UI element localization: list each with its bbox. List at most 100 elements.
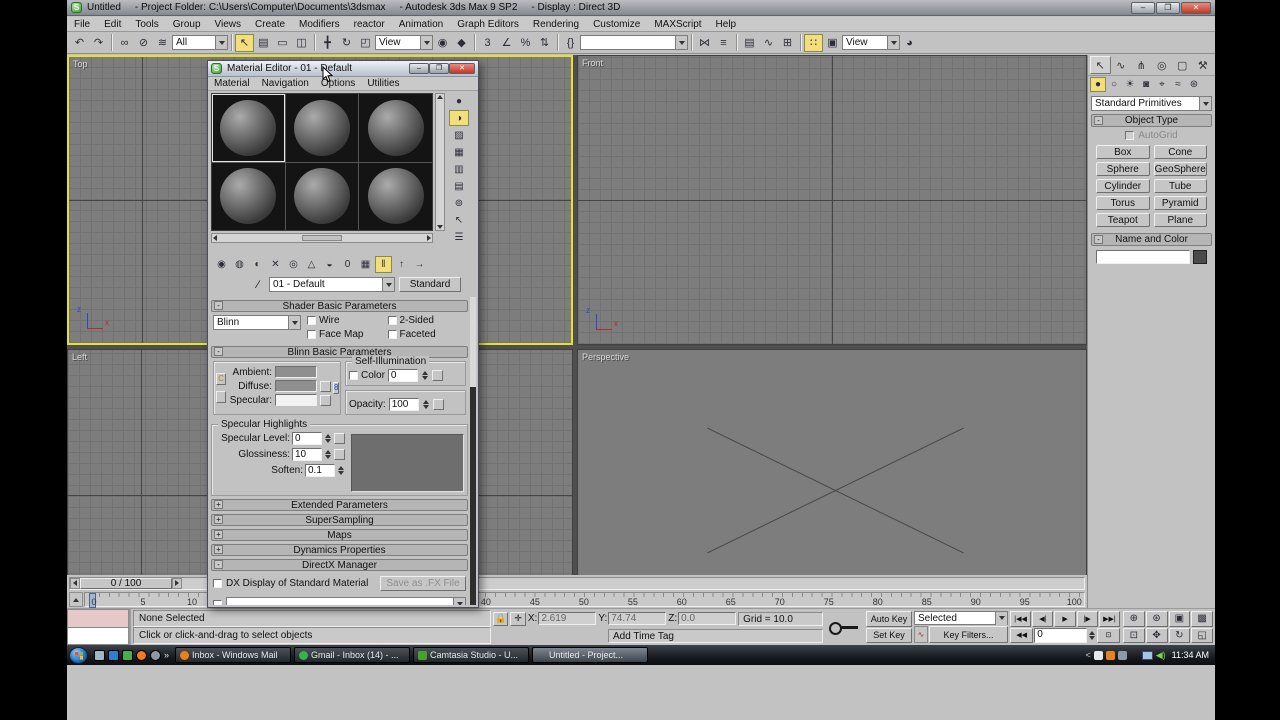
absolute-mode-icon[interactable]: ✛ [510,611,526,626]
layer-manager-icon[interactable]: ▤ [740,34,759,52]
dropdown-arrow-icon[interactable] [420,36,432,49]
min-max-toggle-icon[interactable]: ◱ [1191,627,1213,643]
faceted-checkbox[interactable] [387,330,397,339]
next-frame-button[interactable]: |▶ [1076,611,1098,627]
face-map-checkbox[interactable] [307,330,316,339]
menu-item[interactable]: Edit [97,17,128,32]
collapse-icon[interactable]: - [214,560,223,569]
select-and-link-icon[interactable]: ∞ [115,34,134,52]
set-key-button[interactable]: Set Key [866,627,912,643]
select-and-scale-icon[interactable]: ◰ [356,34,375,52]
create-tab[interactable]: ↖ [1090,56,1111,74]
motion-tab[interactable]: ◎ [1152,56,1173,74]
snap-toggle-icon[interactable]: 3 [478,34,497,52]
sample-uv-tiling-icon[interactable]: ▦ [449,144,469,160]
menu-item[interactable]: MAXScript [647,17,708,32]
object-color-swatch[interactable] [1193,250,1207,264]
volume-icon[interactable]: ◀) [1156,650,1166,661]
object-type-button[interactable]: GeoSphere [1153,162,1207,176]
menu-item[interactable]: Material [208,77,256,91]
zoom-extents-all-icon[interactable]: ▩ [1191,611,1213,627]
sample-slot[interactable] [285,162,359,230]
clipped-dropdown[interactable] [226,597,466,605]
blinn-basic-parameters-header[interactable]: - Blinn Basic Parameters [211,346,468,358]
time-back-arrow[interactable] [70,577,80,589]
named-selection-sets-icon[interactable]: {} [561,34,580,52]
tray-app-icon[interactable] [1105,650,1115,660]
quick-launch-overflow[interactable]: » [164,650,169,660]
bind-to-space-warp-icon[interactable]: ≋ [153,34,172,52]
material-name-dropdown[interactable]: 01 - Default [269,277,395,292]
autogrid-checkbox[interactable] [1125,131,1135,140]
dropdown-arrow-icon[interactable] [215,36,227,49]
specular-color-swatch[interactable] [275,394,317,406]
object-type-button[interactable]: Tube [1153,179,1207,193]
material-editor-window[interactable]: S Material Editor - 01 - Default – ❐ ✕ M… [207,60,479,608]
dropdown-arrow-icon[interactable] [288,316,300,329]
spinner-snap-icon[interactable]: ⇅ [535,34,554,52]
ambient-diffuse-lock-button[interactable]: C [216,373,226,385]
select-and-move-icon[interactable]: ╋ [318,34,337,52]
video-color-check-icon[interactable]: ▥ [449,161,469,177]
time-forward-arrow[interactable] [172,577,182,589]
get-material-icon[interactable]: ◉ [213,256,230,273]
object-type-rollout-header[interactable]: - Object Type [1091,114,1212,127]
two-sided-checkbox[interactable] [387,316,397,325]
selection-filter-dropdown[interactable]: All [172,35,228,50]
dropdown-arrow-icon[interactable] [887,36,899,49]
ambient-color-swatch[interactable] [275,366,317,378]
geometry-icon[interactable]: ● [1090,77,1106,92]
show-map-in-viewport-icon[interactable]: ▦ [357,256,374,273]
network-icon[interactable] [1141,650,1153,660]
sample-vertical-scrollbar[interactable] [435,93,445,231]
restore-button[interactable]: ❐ [429,63,449,74]
quick-render-icon[interactable]: ◕ [900,34,919,52]
schematic-view-icon[interactable]: ⊞ [778,34,797,52]
sample-slot[interactable] [285,94,359,162]
viewport-perspective-label[interactable]: Perspective [582,352,629,362]
scrollbar-thumb[interactable] [470,297,476,387]
expand-icon[interactable]: + [214,545,223,554]
menu-item[interactable]: Tools [128,17,165,32]
y-coordinate-field[interactable]: 74.74 [608,612,667,625]
object-type-button[interactable]: Torus [1096,196,1150,210]
task-camtasia[interactable]: Camtasia Studio - U... [413,647,530,663]
render-type-dropdown[interactable]: View [842,35,900,50]
make-material-copy-icon[interactable]: ◎ [285,256,302,273]
dropdown-arrow-icon[interactable] [1199,97,1211,110]
time-configuration-button[interactable]: ⊡ [1096,627,1120,643]
select-by-material-icon[interactable]: ↖ [449,212,469,228]
specular-level-field[interactable]: 0 [292,432,322,445]
viewport-front[interactable]: Front z x [577,55,1087,345]
key-mode-toggle-button[interactable]: ◀◀ [1010,627,1034,643]
menu-item[interactable]: Modifiers [292,17,347,32]
object-type-button[interactable]: Box [1096,145,1150,159]
close-button[interactable]: ✕ [1181,1,1211,14]
menu-item[interactable]: Customize [586,17,647,32]
put-material-to-scene-icon[interactable]: ◍ [231,256,248,273]
object-type-button[interactable]: Cone [1153,145,1207,159]
angle-snap-icon[interactable]: ∠ [497,34,516,52]
rollout-scrollbar[interactable] [470,297,476,605]
collapsed-rollout-header[interactable]: + SuperSampling [211,514,468,526]
soften-field[interactable]: 0.1 [305,464,335,477]
taskbar-clock[interactable]: 11:34 AM [1172,650,1209,660]
utilities-tab[interactable]: ⚒ [1193,56,1214,74]
align-icon[interactable]: ≡ [714,34,733,52]
play-button[interactable]: ▶ [1054,611,1076,627]
key-filters-button[interactable]: Key Filters... [929,626,1008,643]
current-frame-field[interactable]: 0 [1034,627,1087,643]
material-type-button[interactable]: Standard [399,277,461,292]
undo-icon[interactable]: ↶ [70,34,89,52]
frame-spinner[interactable] [1088,628,1096,644]
z-coordinate-field[interactable]: 0.0 [678,612,737,625]
default-in-out-tangent-icon[interactable]: ∿ [914,626,928,643]
dropdown-arrow-icon[interactable] [382,278,394,291]
menu-item[interactable]: Graph Editors [450,17,526,32]
pan-icon[interactable]: ✥ [1145,627,1168,643]
map-lock-button[interactable]: 8 [333,382,340,394]
collapsed-rollout-header[interactable]: + Extended Parameters [211,499,468,511]
go-to-start-button[interactable]: |◀◀ [1010,611,1032,627]
self-illumination-map-button[interactable] [431,370,443,381]
material-editor-icon[interactable]: ∷ [804,33,823,52]
